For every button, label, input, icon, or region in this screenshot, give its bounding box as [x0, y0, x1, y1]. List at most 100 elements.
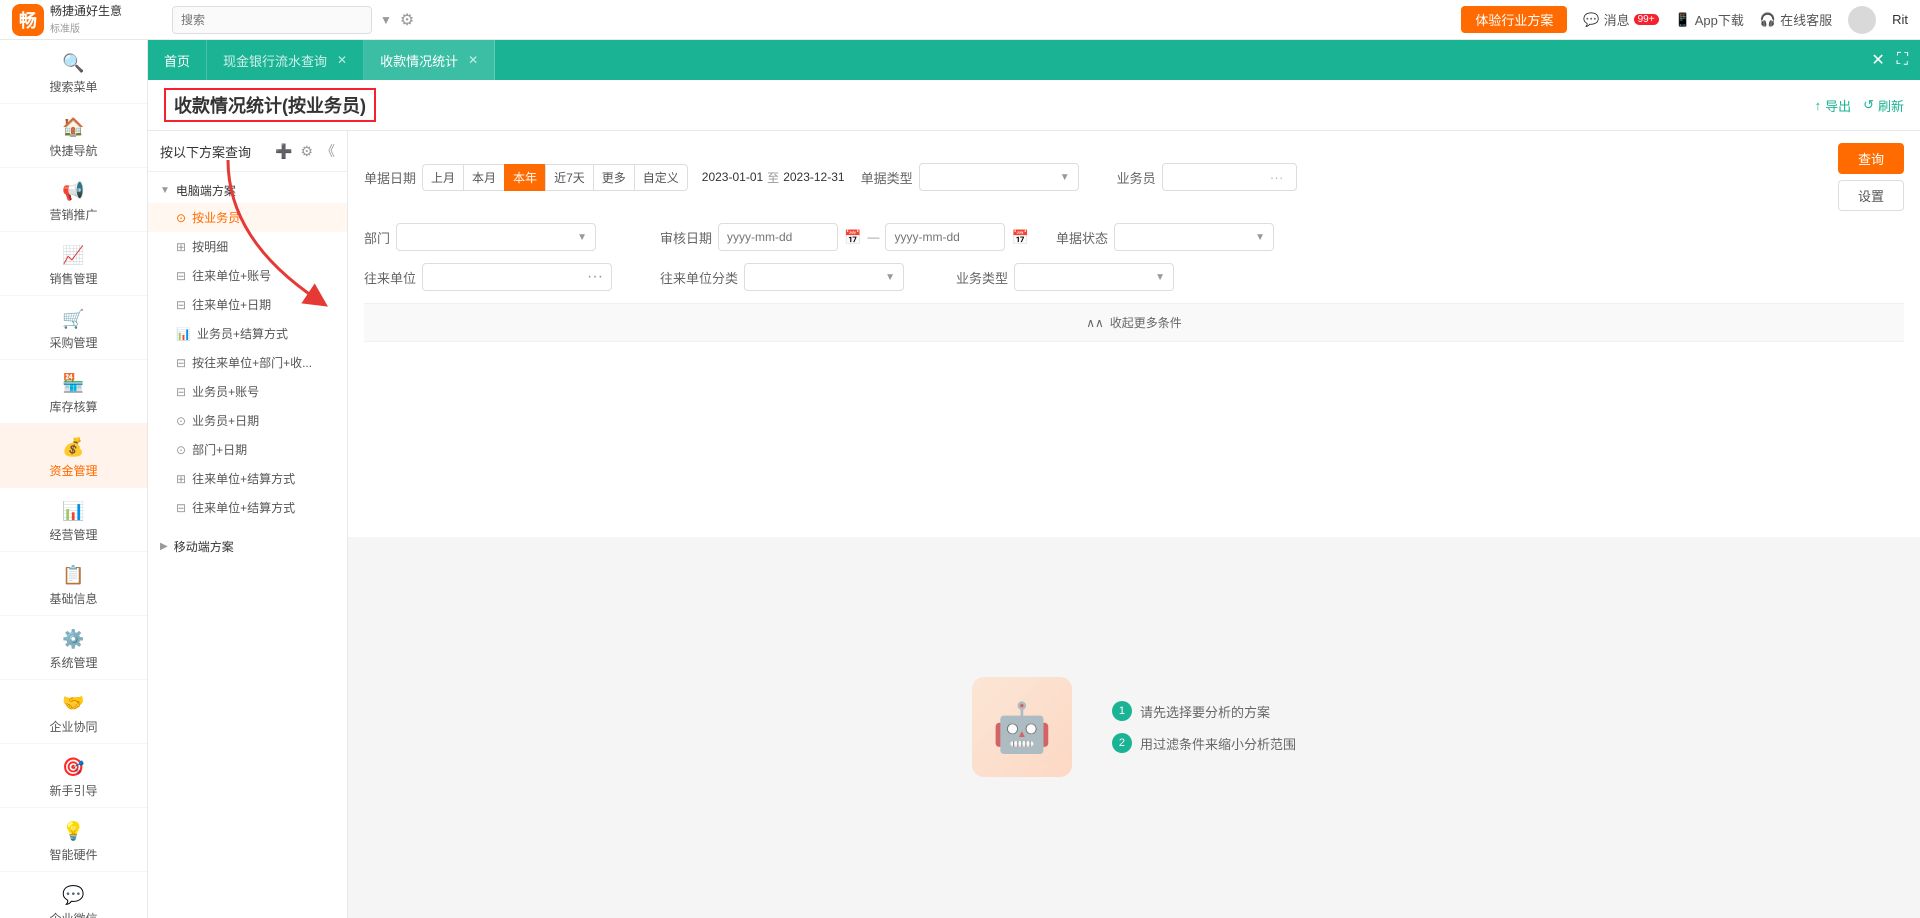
audit-date-end-input[interactable]	[885, 223, 1005, 251]
chevron-down-icon[interactable]: ▼	[380, 13, 392, 27]
tab-home[interactable]: 首页	[148, 40, 207, 80]
counterpart-dots-icon[interactable]: ···	[587, 268, 603, 286]
sidebar-marketing-label: 营销推广	[49, 206, 97, 223]
sidebar-item-marketing[interactable]: 📢 营销推广	[0, 168, 147, 232]
collapse-scheme-icon[interactable]: 《	[321, 141, 335, 161]
date-tab-last-month[interactable]: 上月	[422, 164, 463, 191]
empty-area: 🤖 1 请先选择要分析的方案 2 用过滤条件来缩小分析范围	[348, 537, 1920, 918]
audit-date-separator: —	[867, 230, 879, 244]
tab-receipt-stats-close[interactable]: ✕	[468, 53, 478, 67]
scheme-item-unit-account[interactable]: ⊟ 往来单位+账号	[148, 261, 347, 290]
clock-icon: ⊙	[176, 443, 186, 457]
scheme-item-unit-payment2-label: 往来单位+结算方式	[192, 499, 295, 516]
main-content: 首页 现金银行流水查询 ✕ 收款情况统计 ✕ ✕ ⛶ 收款情况统计(按业务员) …	[148, 40, 1920, 918]
collapse-bar[interactable]: ∧∧ 收起更多条件	[364, 303, 1904, 342]
grid-icon: ⊞	[176, 240, 186, 254]
scheme-item-unit-payment1[interactable]: ⊞ 往来单位+结算方式	[148, 464, 347, 493]
tab-receipt-stats[interactable]: 收款情况统计 ✕	[364, 40, 495, 80]
scheme-item-dept-date[interactable]: ⊙ 部门+日期	[148, 435, 347, 464]
settings-btn[interactable]: 设置	[1838, 180, 1904, 211]
top-search-input[interactable]	[172, 6, 372, 34]
doc-type-select[interactable]: ▼	[919, 163, 1079, 191]
business-type-select[interactable]: ▼	[1014, 263, 1174, 291]
maximize-icon[interactable]: ⛶	[1893, 47, 1912, 73]
add-scheme-icon[interactable]: ➕	[275, 143, 292, 160]
app-download-tool[interactable]: 📱 App下载	[1675, 10, 1744, 29]
dept-select[interactable]: ▼	[396, 223, 596, 251]
counterpart-select[interactable]: ···	[422, 263, 612, 291]
sidebar-item-system[interactable]: ⚙️ 系统管理	[0, 616, 147, 680]
sidebar-item-basic-info[interactable]: 📋 基础信息	[0, 552, 147, 616]
sidebar-item-search[interactable]: 🔍 搜索菜单	[0, 40, 147, 104]
date-tab-this-month[interactable]: 本月	[463, 164, 504, 191]
calendar-start-icon[interactable]: 📅	[844, 229, 861, 246]
scheme-item-unit-dept[interactable]: ⊟ 按往来单位+部门+收...	[148, 348, 347, 377]
sidebar: 🔍 搜索菜单 🏠 快捷导航 📢 营销推广 📈 销售管理 🛒 采购管理 🏪 库存核…	[0, 40, 148, 918]
date-tab-this-year[interactable]: 本年	[504, 164, 545, 191]
sidebar-item-smart-hw[interactable]: 💡 智能硬件	[0, 808, 147, 872]
date-tab-more[interactable]: 更多	[593, 164, 634, 191]
counterpart-category-select[interactable]: ▼	[744, 263, 904, 291]
sidebar-item-finance[interactable]: 💰 资金管理	[0, 424, 147, 488]
doc-type-chevron: ▼	[1060, 172, 1070, 183]
sidebar-item-quick-nav[interactable]: 🏠 快捷导航	[0, 104, 147, 168]
date-tab-7days[interactable]: 近7天	[545, 164, 593, 191]
dept-chevron: ▼	[577, 232, 587, 243]
guide-icon: 🎯	[63, 756, 85, 778]
sidebar-search-label: 搜索菜单	[49, 78, 97, 95]
collapse-label: 收起更多条件	[1110, 314, 1182, 331]
scheme-item-unit-date[interactable]: ⊟ 往来单位+日期	[148, 290, 347, 319]
scheme-group-desktop-header[interactable]: ▼ 电脑端方案	[148, 178, 347, 203]
empty-robot-icon: 🤖	[972, 677, 1072, 777]
scheme-item-detail-label: 按明细	[192, 238, 228, 255]
date-tab-custom[interactable]: 自定义	[634, 164, 688, 191]
export-btn[interactable]: ↑ 导出	[1815, 96, 1852, 115]
user-avatar[interactable]	[1848, 6, 1876, 34]
query-btn[interactable]: 查询	[1838, 143, 1904, 174]
sidebar-item-sales[interactable]: 📈 销售管理	[0, 232, 147, 296]
message-tool[interactable]: 💬 消息 99+	[1583, 10, 1658, 29]
brand-area: 畅 畅捷通好生意 标准版	[12, 4, 160, 36]
sidebar-item-purchase[interactable]: 🛒 采购管理	[0, 296, 147, 360]
online-service-tool[interactable]: 🎧 在线客服	[1760, 10, 1832, 29]
settings-scheme-icon[interactable]: ⚙	[300, 143, 313, 160]
scheme-group-mobile-header[interactable]: ▶ 移动端方案	[148, 534, 347, 559]
page-actions: ↑ 导出 ↺ 刷新	[1815, 96, 1904, 115]
scheme-item-salesman-date[interactable]: ⊙ 业务员+日期	[148, 406, 347, 435]
ellipsis-icon[interactable]: ···	[1270, 169, 1284, 185]
salesman-select[interactable]: ···	[1162, 163, 1297, 191]
scheme-item-salesman-account[interactable]: ⊟ 业务员+账号	[148, 377, 347, 406]
online-service-label: 在线客服	[1780, 10, 1832, 29]
sidebar-item-operations[interactable]: 📊 经营管理	[0, 488, 147, 552]
tab-cash-flow-close[interactable]: ✕	[337, 53, 347, 67]
brand-name: 畅捷通好生意	[50, 4, 122, 20]
sidebar-item-wechat[interactable]: 💬 企业微信	[0, 872, 147, 918]
refresh-icon: ↺	[1863, 97, 1874, 113]
table-icon5: ⊟	[176, 501, 186, 515]
scheme-item-unit-payment1-label: 往来单位+结算方式	[192, 470, 295, 487]
sidebar-quick-nav-label: 快捷导航	[49, 142, 97, 159]
industry-btn[interactable]: 体验行业方案	[1461, 6, 1567, 33]
scheme-item-detail[interactable]: ⊞ 按明细	[148, 232, 347, 261]
sidebar-operations-label: 经营管理	[49, 526, 97, 543]
sidebar-item-inventory[interactable]: 🏪 库存核算	[0, 360, 147, 424]
audit-date-start-input[interactable]	[718, 223, 838, 251]
filter-row-2: 部门 ▼ 审核日期 📅 — 📅	[364, 223, 1904, 251]
dept-field: 部门 ▼	[364, 223, 644, 251]
refresh-btn[interactable]: ↺ 刷新	[1863, 96, 1904, 115]
scheme-item-unit-payment2[interactable]: ⊟ 往来单位+结算方式	[148, 493, 347, 522]
sidebar-item-enterprise[interactable]: 🤝 企业协同	[0, 680, 147, 744]
gear-icon[interactable]: ⚙	[400, 10, 414, 30]
purchase-icon: 🛒	[63, 308, 85, 330]
system-icon: ⚙️	[63, 628, 85, 650]
doc-status-select[interactable]: ▼	[1114, 223, 1274, 251]
scheme-item-by-salesman[interactable]: ⊙ 按业务员	[148, 203, 347, 232]
calendar-end-icon[interactable]: 📅	[1011, 229, 1028, 246]
sidebar-item-guide[interactable]: 🎯 新手引导	[0, 744, 147, 808]
close-window-icon[interactable]: ✕	[1867, 46, 1888, 74]
counterpart-category-chevron: ▼	[885, 272, 895, 283]
tab-cash-flow[interactable]: 现金银行流水查询 ✕	[207, 40, 364, 80]
scheme-item-salesman-payment[interactable]: 📊 业务员+结算方式	[148, 319, 347, 348]
export-icon: ↑	[1815, 98, 1822, 113]
tab-bar-right: ✕ ⛶	[1867, 40, 1920, 80]
